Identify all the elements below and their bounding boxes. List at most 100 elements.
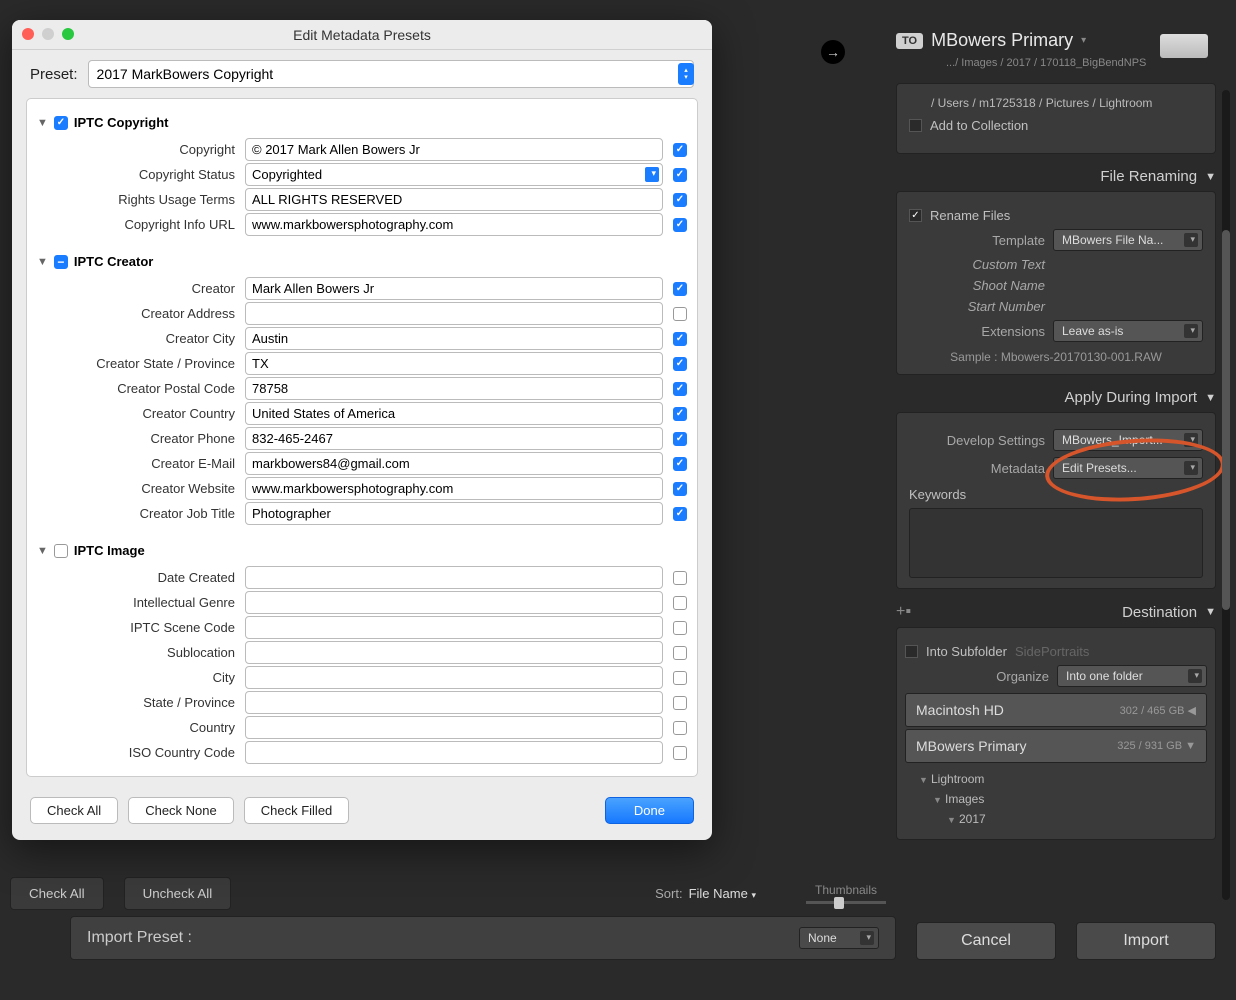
metadata-select[interactable]: Edit Presets... [1053,457,1203,479]
folder-tree-item[interactable]: ▼Images [919,789,1207,809]
creator-website-input[interactable] [245,477,663,500]
field-label: Rights Usage Terms [37,192,245,207]
creator-postal-input[interactable] [245,377,663,400]
field-checkbox[interactable] [673,746,687,760]
creator-country-input[interactable] [245,402,663,425]
field-checkbox[interactable] [673,357,687,371]
organize-select[interactable]: Into one folder [1057,665,1207,687]
field-label: Creator City [37,331,245,346]
creator-city-input[interactable] [245,327,663,350]
import-button[interactable]: Import [1076,922,1216,960]
close-icon[interactable] [22,28,34,40]
creator-jobtitle-input[interactable] [245,502,663,525]
extensions-select[interactable]: Leave as-is [1053,320,1203,342]
thumbnail-size-slider[interactable] [806,901,886,904]
field-checkbox[interactable] [673,482,687,496]
extensions-label: Extensions [945,324,1045,339]
field-checkbox[interactable] [673,332,687,346]
done-button[interactable]: Done [605,797,694,824]
keywords-input[interactable] [909,508,1203,578]
field-checkbox[interactable] [673,143,687,157]
field-label: IPTC Scene Code [37,620,245,635]
folder-tree-item[interactable]: ▼2017 [919,809,1207,829]
disclosure-triangle-icon[interactable]: ▼ [37,256,48,268]
field-checkbox[interactable] [673,571,687,585]
group-title: IPTC Creator [74,254,153,269]
field-label: Creator [37,281,245,296]
copyright-url-input[interactable] [245,213,663,236]
field-checkbox[interactable] [673,721,687,735]
field-label: Copyright [37,142,245,157]
field-checkbox[interactable] [673,407,687,421]
scrollbar[interactable] [1222,90,1230,900]
field-checkbox[interactable] [673,432,687,446]
rename-files-check[interactable] [909,209,922,222]
import-preset-label: Import Preset : [87,929,192,947]
field-label: Intellectual Genre [37,595,245,610]
image-state-input[interactable] [245,691,663,714]
add-to-collection-check[interactable] [909,119,922,132]
creator-input[interactable] [245,277,663,300]
develop-settings-label: Develop Settings [945,433,1045,448]
field-checkbox[interactable] [673,218,687,232]
chevron-updown-icon[interactable] [678,63,694,85]
sublocation-input[interactable] [245,641,663,664]
creator-phone-input[interactable] [245,427,663,450]
group-checkbox[interactable] [54,544,68,558]
maximize-icon[interactable] [62,28,74,40]
into-subfolder-check[interactable] [905,645,918,658]
creator-address-input[interactable] [245,302,663,325]
disclosure-triangle-icon[interactable]: ▼ [37,117,48,129]
rename-files-label: Rename Files [930,208,1010,223]
field-checkbox[interactable] [673,307,687,321]
field-checkbox[interactable] [673,696,687,710]
intellectual-genre-input[interactable] [245,591,663,614]
develop-settings-select[interactable]: MBowers_Import... [1053,429,1203,451]
group-checkbox[interactable] [54,116,68,130]
template-select[interactable]: MBowers File Na... [1053,229,1203,251]
field-checkbox[interactable] [673,457,687,471]
copyright-status-select[interactable]: Copyrighted [245,163,663,186]
preset-select[interactable]: 2017 MarkBowers Copyright [88,60,694,88]
field-checkbox[interactable] [673,621,687,635]
destination-drive-name[interactable]: MBowers Primary [931,30,1073,51]
copyright-input[interactable] [245,138,663,161]
group-title: IPTC Image [74,543,145,558]
creator-email-input[interactable] [245,452,663,475]
sort-value[interactable]: File Name ▾ [689,886,756,901]
preset-label: Preset: [30,66,78,83]
folder-tree-item[interactable]: ▼Lightroom [919,769,1207,789]
check-filled-button[interactable]: Check Filled [244,797,350,824]
scene-code-input[interactable] [245,616,663,639]
field-label: State / Province [37,695,245,710]
field-checkbox[interactable] [673,382,687,396]
check-all-button[interactable]: Check All [30,797,118,824]
check-all-button[interactable]: Check All [10,877,104,910]
image-city-input[interactable] [245,666,663,689]
uncheck-all-button[interactable]: Uncheck All [124,877,232,910]
organize-label: Organize [949,669,1049,684]
field-checkbox[interactable] [673,507,687,521]
cancel-button[interactable]: Cancel [916,922,1056,960]
apply-during-import-header[interactable]: Apply During Import▼ [896,383,1216,412]
check-none-button[interactable]: Check None [128,797,234,824]
disclosure-triangle-icon[interactable]: ▼ [37,545,48,557]
group-checkbox[interactable] [54,255,68,269]
destination-header[interactable]: +▪ Destination▼ [896,597,1216,627]
import-preset-select[interactable]: None [799,927,879,949]
disk-row[interactable]: MBowers Primary 325 / 931 GB ▼ [905,729,1207,763]
file-renaming-header[interactable]: File Renaming▼ [896,162,1216,191]
field-checkbox[interactable] [673,282,687,296]
field-checkbox[interactable] [673,646,687,660]
image-country-input[interactable] [245,716,663,739]
field-checkbox[interactable] [673,596,687,610]
field-checkbox[interactable] [673,671,687,685]
field-checkbox[interactable] [673,193,687,207]
creator-state-input[interactable] [245,352,663,375]
field-label: Copyright Info URL [37,217,245,232]
date-created-input[interactable] [245,566,663,589]
rights-usage-input[interactable] [245,188,663,211]
disk-row[interactable]: Macintosh HD 302 / 465 GB ◀ [905,693,1207,727]
field-checkbox[interactable] [673,168,687,182]
iso-country-code-input[interactable] [245,741,663,764]
